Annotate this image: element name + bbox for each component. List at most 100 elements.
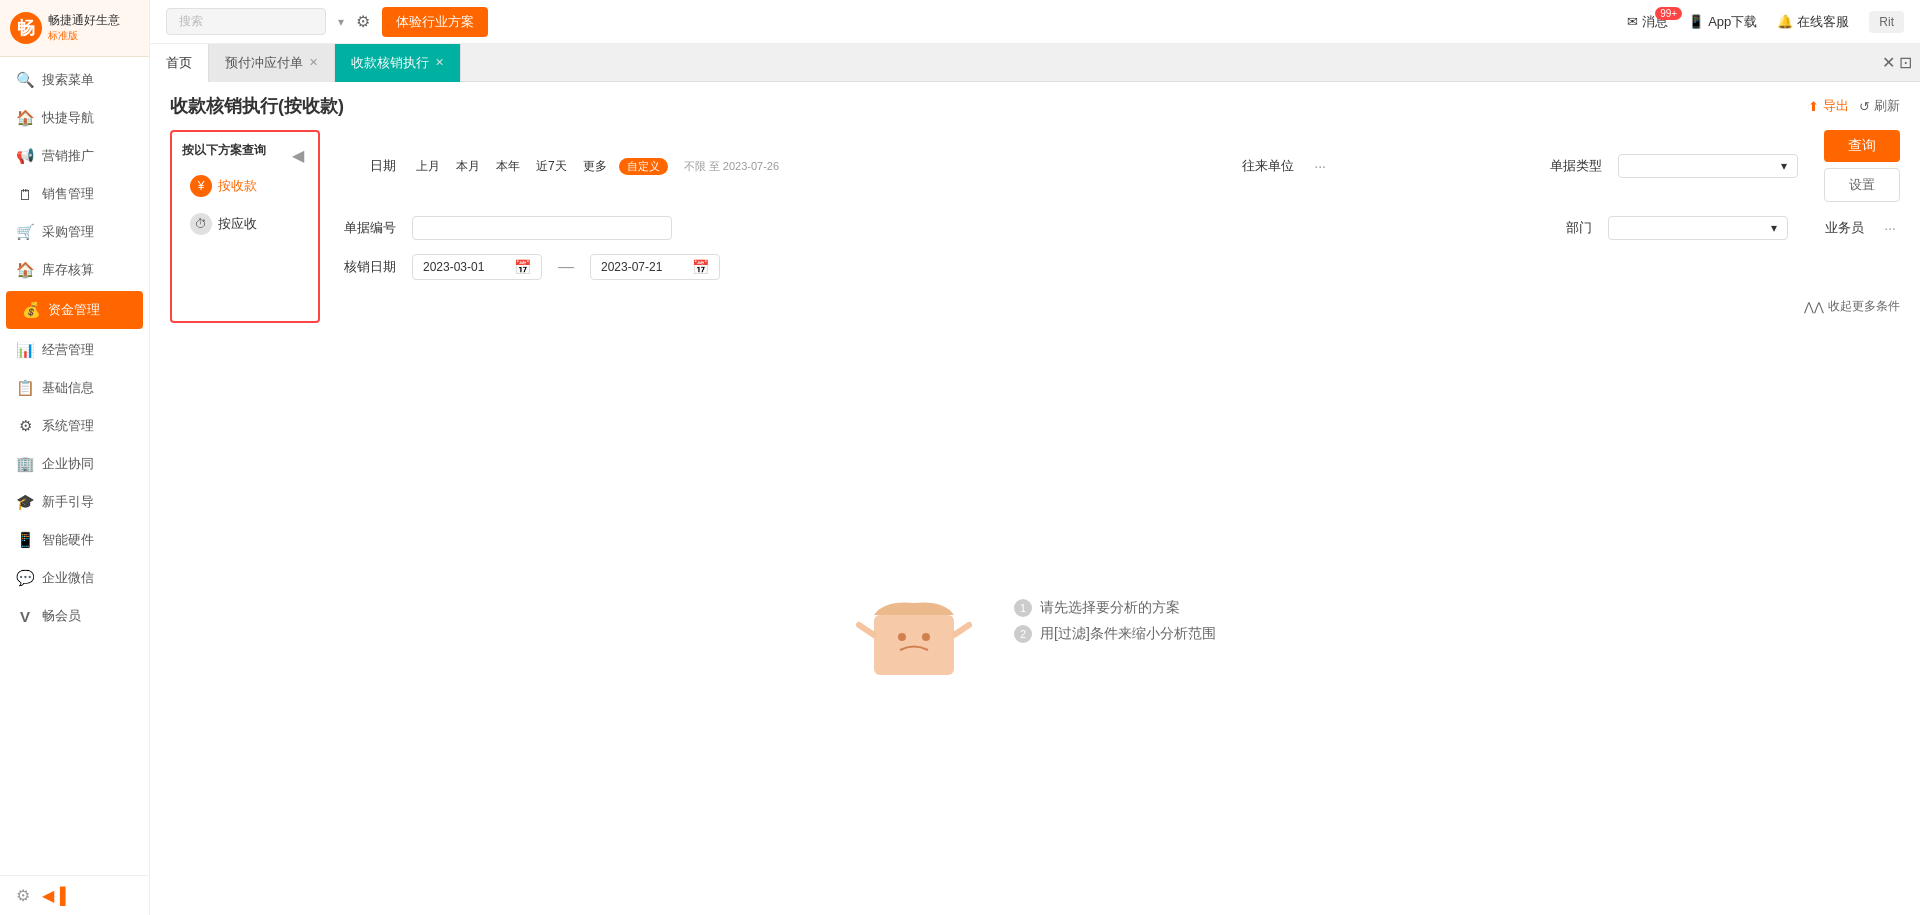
sidebar-item-enterprise[interactable]: 🏢 企业协同 [0, 445, 149, 483]
filter-panel-collapse-btn[interactable]: ◀ [288, 142, 308, 169]
header-dropdown-icon[interactable]: ▾ [338, 15, 344, 29]
quick-nav-icon: 🏠 [16, 109, 34, 127]
export-icon: ⬆ [1808, 99, 1819, 114]
logo-name: 畅捷通好生意 [48, 13, 120, 29]
write-off-from-value: 2023-03-01 [423, 260, 484, 274]
header-gear-icon[interactable]: ⚙ [356, 12, 370, 31]
tab-prepay[interactable]: 预付冲应付单 ✕ [209, 44, 335, 82]
inventory-icon: 🏠 [16, 261, 34, 279]
refresh-button[interactable]: ↺ 刷新 [1859, 97, 1900, 115]
date-hint: 不限 至 2023-07-26 [684, 159, 779, 174]
filter-sidebar-title: 按以下方案查询 [182, 142, 266, 159]
page-title: 收款核销执行(按收款) [170, 94, 344, 118]
filter-area: 按以下方案查询 ◀ ¥ 按收款 ⏱ 按应收 日期 上月 [150, 118, 1920, 335]
sidebar-label-hardware: 智能硬件 [42, 531, 94, 549]
service-icon: 🔔 [1777, 14, 1793, 29]
sidebar-label-marketing: 营销推广 [42, 147, 94, 165]
top-header: 搜索 ▾ ⚙ 体验行业方案 ✉ 消息 99+ 📱 App下载 🔔 在线客服 Ri… [150, 0, 1920, 44]
to-calendar-icon[interactable]: 📅 [692, 259, 709, 275]
sidebar-item-inventory[interactable]: 🏠 库存核算 [0, 251, 149, 289]
svg-point-1 [898, 633, 906, 641]
sidebar-label-search-menu: 搜索菜单 [42, 71, 94, 89]
sidebar-item-operations[interactable]: 📊 经营管理 [0, 331, 149, 369]
sidebar-label-guide: 新手引导 [42, 493, 94, 511]
refresh-icon: ↺ [1859, 99, 1870, 114]
step-2-text: 用[过滤]条件来缩小分析范围 [1040, 625, 1216, 643]
page-actions: ⬆ 导出 ↺ 刷新 [1808, 97, 1900, 115]
empty-step-1: 1 请先选择要分析的方案 [1014, 599, 1216, 617]
sidebar-item-quick-nav[interactable]: 🏠 快捷导航 [0, 99, 149, 137]
user-info[interactable]: Rit [1869, 11, 1904, 33]
tab-prepay-close[interactable]: ✕ [309, 56, 318, 69]
user-name: Rit [1879, 15, 1894, 29]
sidebar-logo: 畅 畅捷通好生意 标准版 [0, 0, 149, 57]
doc-no-label: 单据编号 [336, 219, 396, 237]
sidebar-nav: 🔍 搜索菜单 🏠 快捷导航 📢 营销推广 🗒 销售管理 🛒 采购管理 🏠 库存核… [0, 57, 149, 875]
operations-icon: 📊 [16, 341, 34, 359]
message-badge: 99+ [1655, 7, 1682, 20]
step-1-text: 请先选择要分析的方案 [1040, 599, 1180, 617]
date-btn-this-month[interactable]: 本月 [452, 156, 484, 177]
svg-rect-0 [874, 615, 954, 675]
salesman-ellipsis[interactable]: ··· [1880, 220, 1900, 236]
sidebar-item-member[interactable]: V 畅会员 [0, 597, 149, 635]
logo-icon: 畅 [10, 12, 42, 44]
filter-option-by-receivable[interactable]: ⏱ 按应收 [182, 207, 308, 241]
app-download-label: App下载 [1708, 13, 1757, 31]
counterpart-ellipsis[interactable]: ··· [1310, 158, 1330, 174]
collapse-up-icon: ⋀⋀ [1804, 300, 1824, 314]
from-calendar-icon[interactable]: 📅 [514, 259, 531, 275]
sidebar-item-marketing[interactable]: 📢 营销推广 [0, 137, 149, 175]
filter-actions: 查询 设置 [1824, 130, 1900, 202]
collapse-sidebar-btn[interactable]: ◀▐ [42, 886, 65, 905]
search-menu-icon: 🔍 [16, 71, 34, 89]
sidebar-item-system[interactable]: ⚙ 系统管理 [0, 407, 149, 445]
date-btn-more[interactable]: 更多 [579, 156, 611, 177]
main-area: 搜索 ▾ ⚙ 体验行业方案 ✉ 消息 99+ 📱 App下载 🔔 在线客服 Ri… [150, 0, 1920, 915]
doc-no-input[interactable] [412, 216, 672, 240]
empty-svg [854, 565, 974, 685]
filter-option-by-receipt[interactable]: ¥ 按收款 [182, 169, 308, 203]
setting-button[interactable]: 设置 [1824, 168, 1900, 202]
filter-row-1: 日期 上月 本月 本年 近7天 更多 自定义 不限 至 2023-07-26 [336, 130, 1900, 202]
tab-collection-close[interactable]: ✕ [435, 56, 444, 69]
sidebar-item-search-menu[interactable]: 🔍 搜索菜单 [0, 61, 149, 99]
date-custom-badge[interactable]: 自定义 [619, 158, 668, 175]
sidebar-item-purchase[interactable]: 🛒 采购管理 [0, 213, 149, 251]
date-btn-7days[interactable]: 近7天 [532, 156, 571, 177]
collapse-more-btn[interactable]: ⋀⋀ 收起更多条件 [336, 294, 1900, 323]
sidebar-bottom: ⚙ ◀▐ [0, 875, 149, 915]
tab-close-btn[interactable]: ✕ [1882, 53, 1895, 72]
date-btn-this-year[interactable]: 本年 [492, 156, 524, 177]
svg-line-3 [859, 625, 874, 635]
settings-bottom-icon[interactable]: ⚙ [16, 886, 30, 905]
query-button[interactable]: 查询 [1824, 130, 1900, 162]
sidebar-label-enterprise: 企业协同 [42, 455, 94, 473]
online-service-btn[interactable]: 🔔 在线客服 [1777, 13, 1849, 31]
export-button[interactable]: ⬆ 导出 [1808, 97, 1849, 115]
tab-expand-btn[interactable]: ⊡ [1899, 53, 1912, 72]
wechat-icon: 💬 [16, 569, 34, 587]
message-btn[interactable]: ✉ 消息 99+ [1627, 13, 1668, 31]
write-off-from-input[interactable]: 2023-03-01 📅 [412, 254, 542, 280]
sidebar-label-inventory: 库存核算 [42, 261, 94, 279]
sidebar-item-sales[interactable]: 🗒 销售管理 [0, 175, 149, 213]
doc-type-select[interactable]: ▾ [1618, 154, 1798, 178]
tab-actions: ✕ ⊡ [1874, 53, 1920, 72]
solution-button[interactable]: 体验行业方案 [382, 7, 488, 37]
write-off-to-input[interactable]: 2023-07-21 📅 [590, 254, 720, 280]
dept-select[interactable]: ▾ [1608, 216, 1788, 240]
sidebar-item-hardware[interactable]: 📱 智能硬件 [0, 521, 149, 559]
tab-collection[interactable]: 收款核销执行 ✕ [335, 44, 461, 82]
sidebar-item-basic[interactable]: 📋 基础信息 [0, 369, 149, 407]
sidebar-item-guide[interactable]: 🎓 新手引导 [0, 483, 149, 521]
write-off-to-value: 2023-07-21 [601, 260, 662, 274]
date-btn-last-month[interactable]: 上月 [412, 156, 444, 177]
app-download-btn[interactable]: 📱 App下载 [1688, 13, 1757, 31]
header-search-bar[interactable]: 搜索 [166, 8, 326, 35]
tab-home[interactable]: 首页 [150, 44, 209, 82]
sidebar-item-wechat[interactable]: 💬 企业微信 [0, 559, 149, 597]
tab-bar: 首页 预付冲应付单 ✕ 收款核销执行 ✕ ✕ ⊡ [150, 44, 1920, 82]
sidebar-item-finance[interactable]: 💰 资金管理 [6, 291, 143, 329]
tab-collection-label: 收款核销执行 [351, 54, 429, 72]
